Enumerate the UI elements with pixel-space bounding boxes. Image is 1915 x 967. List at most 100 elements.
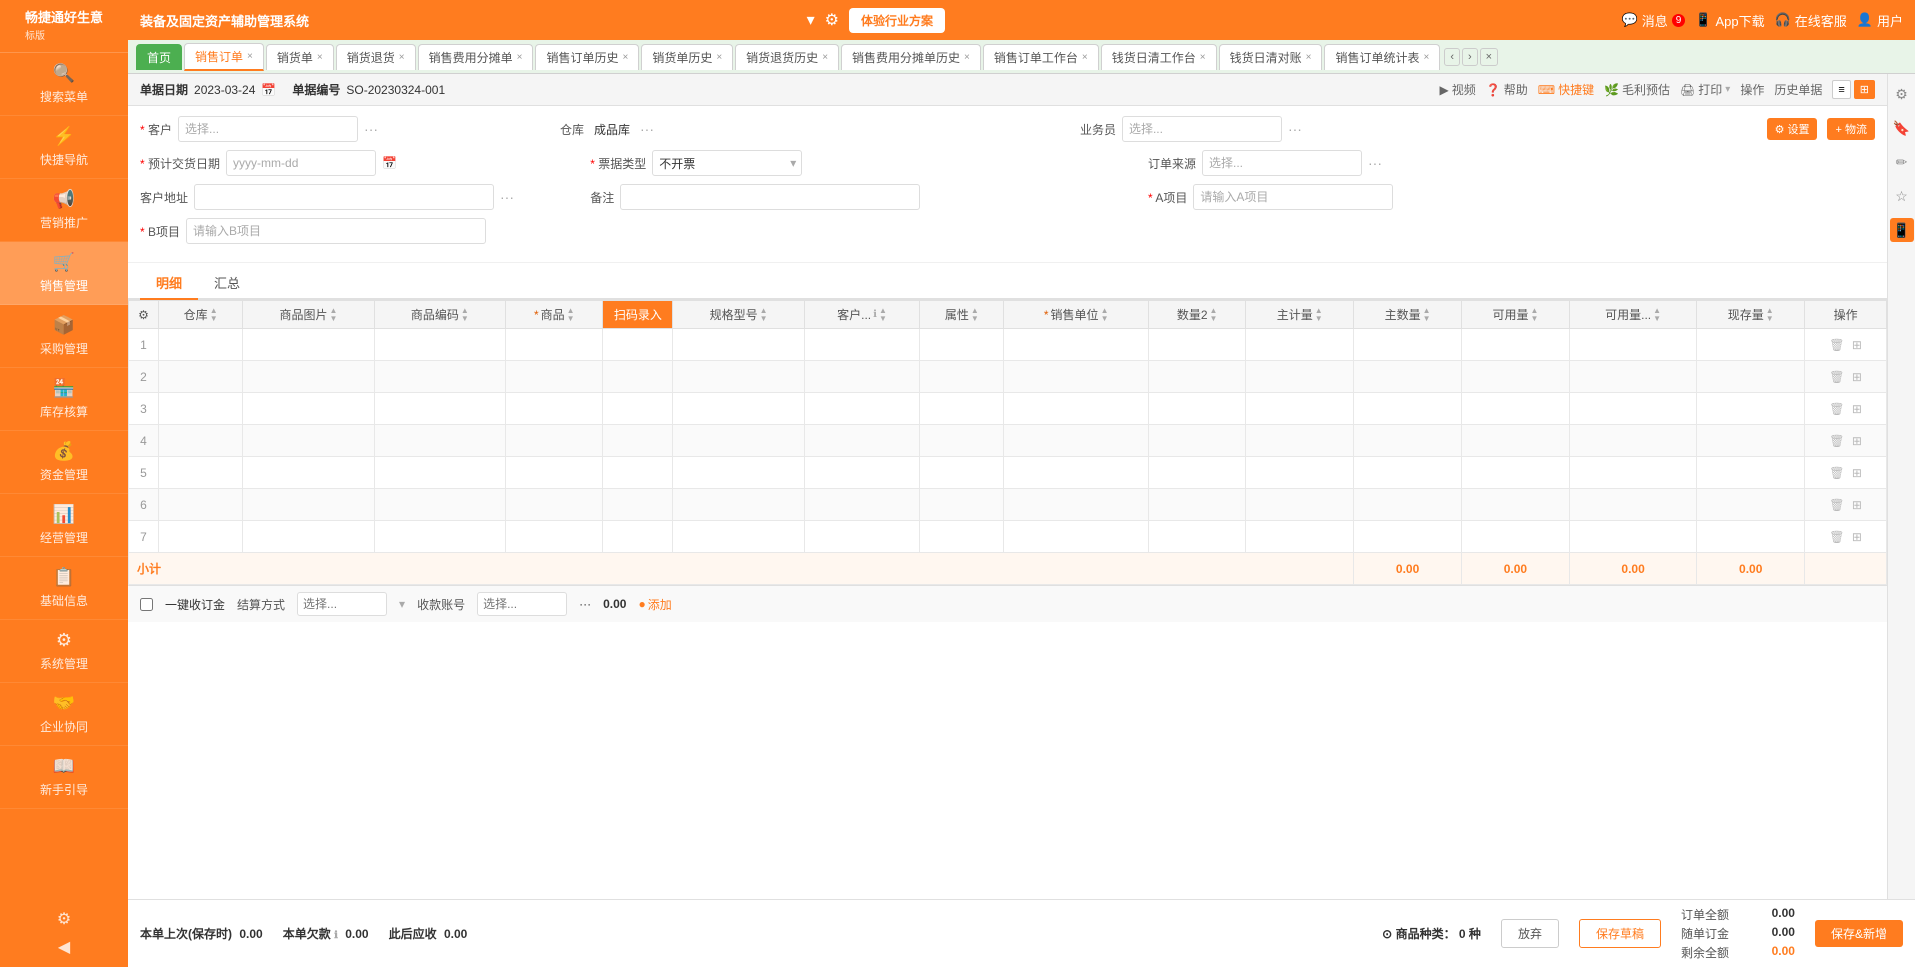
- delivery-date-input[interactable]: [226, 150, 376, 176]
- sidebar-item-basic[interactable]: 📋基础信息: [0, 557, 128, 620]
- row-qty2-0[interactable]: [1148, 329, 1245, 361]
- row-main-qty-6[interactable]: [1354, 521, 1462, 553]
- customer-more-btn[interactable]: ···: [364, 121, 378, 137]
- tab-9[interactable]: 销售订单工作台×: [983, 44, 1099, 70]
- salesperson-more-btn[interactable]: ···: [1288, 121, 1302, 137]
- row-warehouse-0[interactable]: [159, 329, 243, 361]
- order-source-input[interactable]: [1202, 150, 1362, 176]
- tab-1[interactable]: 销售订单×: [184, 43, 264, 71]
- row-main-qty-0[interactable]: [1354, 329, 1462, 361]
- row-unit-5[interactable]: [1004, 489, 1149, 521]
- industry-btn[interactable]: 体验行业方案: [849, 8, 945, 33]
- row-code-5[interactable]: [374, 489, 505, 521]
- sidebar-item-inventory[interactable]: 🏪库存核算: [0, 368, 128, 431]
- row-code-6[interactable]: [374, 521, 505, 553]
- row-unit-3[interactable]: [1004, 425, 1149, 457]
- row-code-0[interactable]: [374, 329, 505, 361]
- copy-icon-4[interactable]: ⊞: [1852, 466, 1862, 480]
- settings-header-icon[interactable]: ⚙: [825, 10, 839, 30]
- row-code-4[interactable]: [374, 457, 505, 489]
- row-main-qty-1[interactable]: [1354, 361, 1462, 393]
- add-payment-btn[interactable]: ● 添加: [638, 596, 671, 613]
- delete-icon-2[interactable]: 🗑: [1829, 402, 1844, 416]
- row-qty2-4[interactable]: [1148, 457, 1245, 489]
- b-project-input[interactable]: [186, 218, 486, 244]
- sidebar-item-purchase[interactable]: 📦采购管理: [0, 305, 128, 368]
- print-dropdown-icon[interactable]: ▾: [1725, 84, 1730, 95]
- sidebar-item-search[interactable]: 🔍搜索菜单: [0, 53, 128, 116]
- row-main-qty-5[interactable]: [1354, 489, 1462, 521]
- tab-close-2[interactable]: ×: [317, 52, 323, 63]
- tab-6[interactable]: 销货单历史×: [641, 44, 733, 70]
- row-main-qty-3[interactable]: [1354, 425, 1462, 457]
- delete-icon-1[interactable]: 🗑: [1829, 370, 1844, 384]
- tab-close-4[interactable]: ×: [517, 52, 523, 63]
- th-scan[interactable]: 扫码录入: [603, 301, 673, 329]
- receipt-more-btn[interactable]: ···: [579, 597, 591, 611]
- row-product-6[interactable]: [506, 521, 603, 553]
- salesperson-input[interactable]: [1122, 116, 1282, 142]
- sidebar-item-guide[interactable]: 📖新手引导: [0, 746, 128, 809]
- right-edit-icon[interactable]: ✏: [1890, 150, 1914, 174]
- tab-prev-btn[interactable]: ‹: [1444, 48, 1460, 66]
- user-btn[interactable]: 👤 用户: [1857, 11, 1903, 30]
- delete-icon-6[interactable]: 🗑: [1829, 530, 1844, 544]
- tab-8[interactable]: 销售费用分摊单历史×: [841, 44, 981, 70]
- tab-12[interactable]: 销售订单统计表×: [1324, 44, 1440, 70]
- copy-icon-6[interactable]: ⊞: [1852, 530, 1862, 544]
- list-view-btn[interactable]: ≡: [1832, 80, 1850, 99]
- delete-icon-4[interactable]: 🗑: [1829, 466, 1844, 480]
- row-product-1[interactable]: [506, 361, 603, 393]
- sidebar-item-marketing[interactable]: 📢营销推广: [0, 179, 128, 242]
- tab-2[interactable]: 销货单×: [266, 44, 334, 70]
- tab-10[interactable]: 钱货日清工作台×: [1101, 44, 1217, 70]
- tab-close-10[interactable]: ×: [1200, 52, 1206, 63]
- delete-icon-0[interactable]: 🗑: [1829, 338, 1844, 352]
- sidebar-item-operations[interactable]: 📊经营管理: [0, 494, 128, 557]
- row-main-qty-4[interactable]: [1354, 457, 1462, 489]
- remarks-input[interactable]: [620, 184, 920, 210]
- auto-settle-checkbox[interactable]: [140, 598, 153, 611]
- tab-close-9[interactable]: ×: [1082, 52, 1088, 63]
- sidebar-item-finance[interactable]: 💰资金管理: [0, 431, 128, 494]
- grid-view-btn[interactable]: ⊞: [1854, 80, 1875, 99]
- sidebar-item-collab[interactable]: 🤝企业协同: [0, 683, 128, 746]
- online-service-btn[interactable]: 🎧 在线客服: [1775, 11, 1847, 30]
- row-unit-4[interactable]: [1004, 457, 1149, 489]
- tab-close-3[interactable]: ×: [399, 52, 405, 63]
- warehouse-more-btn[interactable]: ···: [640, 121, 654, 137]
- row-warehouse-4[interactable]: [159, 457, 243, 489]
- row-unit-2[interactable]: [1004, 393, 1149, 425]
- profit-action[interactable]: 🌿 毛利预估: [1604, 81, 1670, 98]
- row-qty2-1[interactable]: [1148, 361, 1245, 393]
- row-qty2-5[interactable]: [1148, 489, 1245, 521]
- tab-0[interactable]: 首页: [136, 44, 182, 70]
- tab-close-5[interactable]: ×: [622, 52, 628, 63]
- app-download-btn[interactable]: 📱 App下载: [1695, 11, 1764, 30]
- sidebar-item-sales[interactable]: 🛒销售管理: [0, 242, 128, 305]
- view-action[interactable]: ▶ 视频: [1440, 81, 1476, 98]
- tab-4[interactable]: 销售费用分摊单×: [418, 44, 534, 70]
- tab-close-12[interactable]: ×: [1423, 52, 1429, 63]
- delete-icon-3[interactable]: 🗑: [1829, 434, 1844, 448]
- right-star-icon[interactable]: ☆: [1890, 184, 1914, 208]
- tab-close-1[interactable]: ×: [247, 51, 253, 62]
- row-product-2[interactable]: [506, 393, 603, 425]
- copy-icon-2[interactable]: ⊞: [1852, 402, 1862, 416]
- tab-close-6[interactable]: ×: [716, 52, 722, 63]
- sidebar-collapse[interactable]: ◀: [58, 937, 70, 957]
- invoice-type-select[interactable]: 不开票 ▾: [652, 150, 802, 176]
- shortcut-action[interactable]: ⌨ 快捷键: [1538, 81, 1594, 98]
- setup-btn[interactable]: ⚙ 设置: [1767, 118, 1818, 140]
- operation-action[interactable]: 操作: [1740, 81, 1764, 98]
- save-new-btn[interactable]: 保存&新增: [1815, 920, 1903, 947]
- tab-3[interactable]: 销货退货×: [336, 44, 416, 70]
- message-btn[interactable]: 💬 消息 9: [1622, 11, 1686, 30]
- tab-close-all-btn[interactable]: ×: [1480, 48, 1498, 66]
- copy-icon-1[interactable]: ⊞: [1852, 370, 1862, 384]
- dropdown-arrow-icon[interactable]: ▾: [807, 10, 815, 30]
- settle-method-input[interactable]: [297, 592, 387, 616]
- right-mobile-icon[interactable]: 📱: [1890, 218, 1914, 242]
- order-source-more-btn[interactable]: ···: [1368, 155, 1382, 171]
- row-code-3[interactable]: [374, 425, 505, 457]
